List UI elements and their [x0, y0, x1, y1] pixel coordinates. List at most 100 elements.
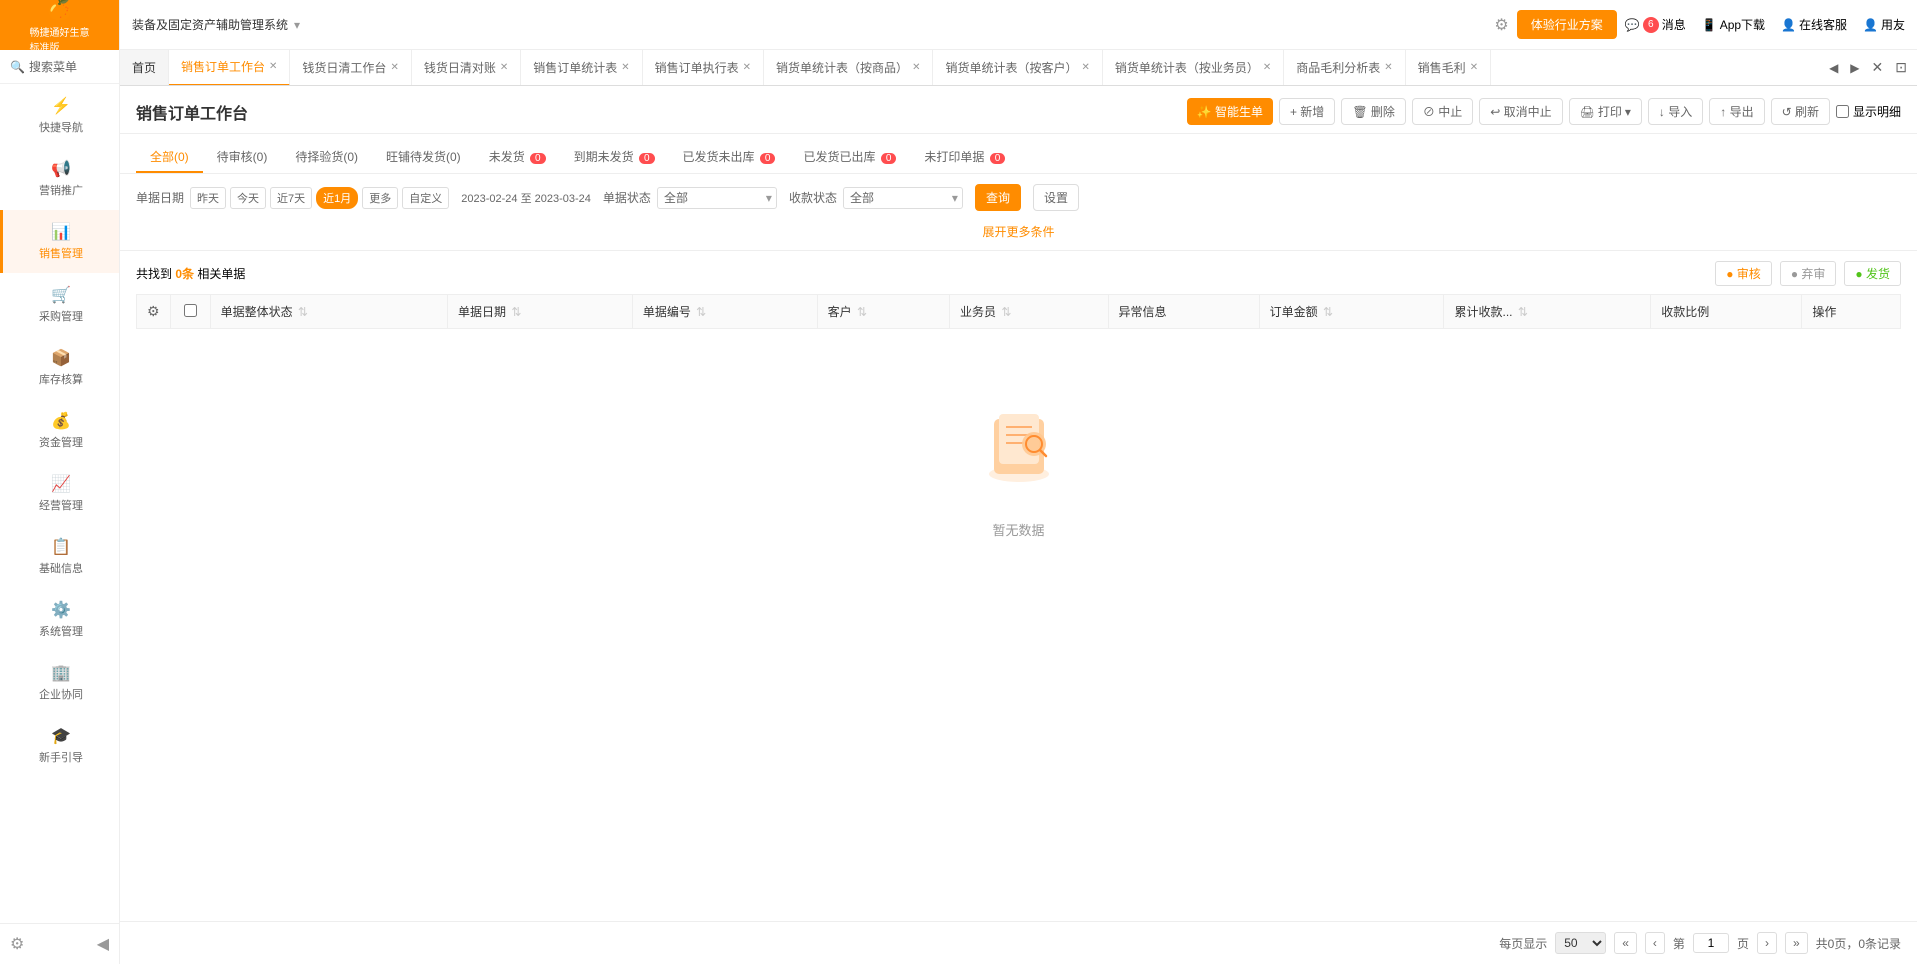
sidebar-item-enterprise[interactable]: 🏢 企业协同 — [0, 651, 119, 714]
payment-select[interactable]: 全部 — [843, 187, 963, 209]
date-btn-1month[interactable]: 近1月 — [316, 187, 358, 209]
tab-gross-profit[interactable]: 商品毛利分析表 ✕ — [1284, 50, 1405, 86]
col-settings[interactable]: ⚙ — [137, 295, 171, 329]
sub-tab-not-printed[interactable]: 未打印单据 0 — [910, 142, 1019, 173]
tab-sales-workbench[interactable]: 销售订单工作台 ✕ — [169, 50, 290, 86]
col-checkbox[interactable] — [170, 295, 210, 329]
date-btn-custom[interactable]: 自定义 — [402, 187, 449, 209]
status-select[interactable]: 全部 — [657, 187, 777, 209]
date-btn-7days[interactable]: 近7天 — [270, 187, 312, 209]
topbar-dropdown-icon[interactable]: ▾ — [294, 18, 300, 32]
tab-sales-exec[interactable]: 销售订单执行表 ✕ — [643, 50, 764, 86]
select-all-checkbox[interactable] — [184, 304, 197, 317]
ship-action-btn[interactable]: ● 发货 — [1844, 261, 1901, 286]
stop-btn[interactable]: ⊘ 中止 — [1412, 98, 1473, 125]
import-btn[interactable]: ↓ 导入 — [1648, 98, 1703, 125]
payment-select-wrapper[interactable]: 全部 — [843, 187, 963, 209]
tab-close-btn[interactable]: ✕ — [390, 62, 398, 73]
tab-sales-stats[interactable]: 销售订单统计表 ✕ — [521, 50, 642, 86]
sub-tab-shipped-not-out[interactable]: 已发货未出库 0 — [669, 142, 790, 173]
first-page-btn[interactable]: « — [1614, 932, 1637, 954]
cancel-stop-btn[interactable]: ↩ 取消中止 — [1479, 98, 1562, 125]
tab-close-btn[interactable]: ✕ — [1470, 62, 1478, 73]
tab-close-btn[interactable]: ✕ — [912, 62, 920, 73]
sidebar-item-basic-info[interactable]: 📋 基础信息 — [0, 525, 119, 588]
sidebar-item-marketing[interactable]: 📢 营销推广 — [0, 147, 119, 210]
smart-btn[interactable]: ✨ 智能生单 — [1187, 98, 1273, 125]
cancel-review-btn[interactable]: ● 弃审 — [1780, 261, 1837, 286]
show-detail-checkbox-label[interactable]: 显示明细 — [1836, 103, 1901, 120]
sort-date-icon[interactable]: ⇅ — [511, 305, 521, 319]
sidebar-item-inventory[interactable]: 📦 库存核算 — [0, 336, 119, 399]
sub-tab-shipped-out[interactable]: 已发货已出库 0 — [789, 142, 910, 173]
last-page-btn[interactable]: » — [1785, 932, 1808, 954]
tab-nav-close-all[interactable]: ✕ — [1868, 57, 1888, 78]
sort-salesperson-icon[interactable]: ⇅ — [1001, 305, 1011, 319]
prev-page-btn[interactable]: ‹ — [1645, 932, 1665, 954]
tab-by-customer[interactable]: 销货单统计表（按客户） ✕ — [933, 50, 1102, 86]
tab-sales-profit[interactable]: 销售毛利 ✕ — [1406, 50, 1491, 86]
tab-by-staff[interactable]: 销货单统计表（按业务员） ✕ — [1103, 50, 1284, 86]
sidebar-item-purchase[interactable]: 🛒 采购管理 — [0, 273, 119, 336]
industry-btn[interactable]: 体验行业方案 — [1517, 10, 1617, 39]
print-dropdown-icon[interactable]: ▾ — [1625, 105, 1631, 119]
per-page-select[interactable]: 20 50 100 — [1555, 932, 1606, 954]
review-btn[interactable]: ● 审核 — [1715, 261, 1772, 286]
settings-icon[interactable]: ⚙ — [10, 934, 24, 954]
delete-btn[interactable]: 🗑 删除 — [1341, 98, 1406, 125]
tab-close-btn[interactable]: ✕ — [621, 62, 629, 73]
date-btn-more[interactable]: 更多 — [362, 187, 398, 209]
collapse-icon[interactable]: ◀ — [97, 934, 109, 954]
print-btn[interactable]: 🖨 打印 ▾ — [1569, 98, 1642, 125]
status-select-wrapper[interactable]: 全部 — [657, 187, 777, 209]
next-page-btn[interactable]: › — [1757, 932, 1777, 954]
sub-tab-pending-inspect[interactable]: 待择验货(0) — [281, 142, 372, 173]
tab-home[interactable]: 首页 — [120, 50, 169, 86]
column-settings-icon[interactable]: ⚙ — [147, 303, 160, 319]
sort-collected-icon[interactable]: ⇅ — [1518, 305, 1528, 319]
online-service-btn[interactable]: 👤 在线客服 — [1781, 16, 1847, 33]
sub-tab-all[interactable]: 全部(0) — [136, 142, 203, 173]
message-btn[interactable]: 💬 6 消息 — [1625, 16, 1686, 33]
user-btn[interactable]: 👤 用友 — [1863, 16, 1905, 33]
tab-by-product[interactable]: 销货单统计表（按商品） ✕ — [764, 50, 933, 86]
tab-close-btn[interactable]: ✕ — [1384, 62, 1392, 73]
show-detail-checkbox[interactable] — [1836, 105, 1849, 118]
tab-cash-daily[interactable]: 钱货日清工作台 ✕ — [290, 50, 411, 86]
sub-tab-wangpu[interactable]: 旺铺待发货(0) — [372, 142, 475, 173]
tab-nav-next[interactable]: ▶ — [1846, 59, 1863, 77]
tab-close-btn[interactable]: ✕ — [1263, 62, 1271, 73]
sort-customer-icon[interactable]: ⇅ — [857, 305, 867, 319]
tab-nav-menu[interactable]: ⊡ — [1891, 57, 1911, 78]
app-download-btn[interactable]: 📱 App下载 — [1702, 16, 1765, 33]
sidebar-item-quick-nav[interactable]: ⚡ 快捷导航 — [0, 84, 119, 147]
sub-tab-pending-review[interactable]: 待审核(0) — [203, 142, 282, 173]
tab-cash-reconcile[interactable]: 钱货日清对账 ✕ — [412, 50, 521, 86]
export-btn[interactable]: ↑ 导出 — [1709, 98, 1764, 125]
sub-tab-not-shipped[interactable]: 未发货 0 — [475, 142, 560, 173]
refresh-btn[interactable]: ↺ 刷新 — [1771, 98, 1830, 125]
settings-btn[interactable]: ⚙ — [1494, 15, 1508, 35]
table-scroll-container[interactable]: ⚙ 单据整体状态 ⇅ 单据日期 ⇅ — [136, 294, 1901, 599]
date-btn-today[interactable]: 今天 — [230, 187, 266, 209]
sub-tab-overdue-not-shipped[interactable]: 到期未发货 0 — [560, 142, 669, 173]
add-btn[interactable]: + 新增 — [1279, 98, 1335, 125]
query-btn[interactable]: 查询 — [975, 184, 1021, 211]
tab-nav-prev[interactable]: ◀ — [1825, 59, 1842, 77]
sidebar-item-finance[interactable]: 💰 资金管理 — [0, 399, 119, 462]
page-input[interactable] — [1693, 933, 1729, 953]
set-btn[interactable]: 设置 — [1033, 184, 1079, 211]
sort-amount-icon[interactable]: ⇅ — [1323, 305, 1333, 319]
tab-close-btn[interactable]: ✕ — [743, 62, 751, 73]
sidebar-search[interactable]: 🔍 搜索菜单 — [0, 50, 119, 84]
sidebar-item-sales[interactable]: 📊 销售管理 — [0, 210, 119, 273]
sort-number-icon[interactable]: ⇅ — [696, 305, 706, 319]
sidebar-item-operations[interactable]: 📈 经营管理 — [0, 462, 119, 525]
tab-close-btn[interactable]: ✕ — [269, 61, 277, 72]
tab-close-btn[interactable]: ✕ — [500, 62, 508, 73]
tab-close-btn[interactable]: ✕ — [1081, 62, 1089, 73]
sidebar-item-guide[interactable]: 🎓 新手引导 — [0, 714, 119, 777]
sort-status-icon[interactable]: ⇅ — [298, 305, 308, 319]
sidebar-item-system[interactable]: ⚙️ 系统管理 — [0, 588, 119, 651]
date-btn-yesterday[interactable]: 昨天 — [190, 187, 226, 209]
